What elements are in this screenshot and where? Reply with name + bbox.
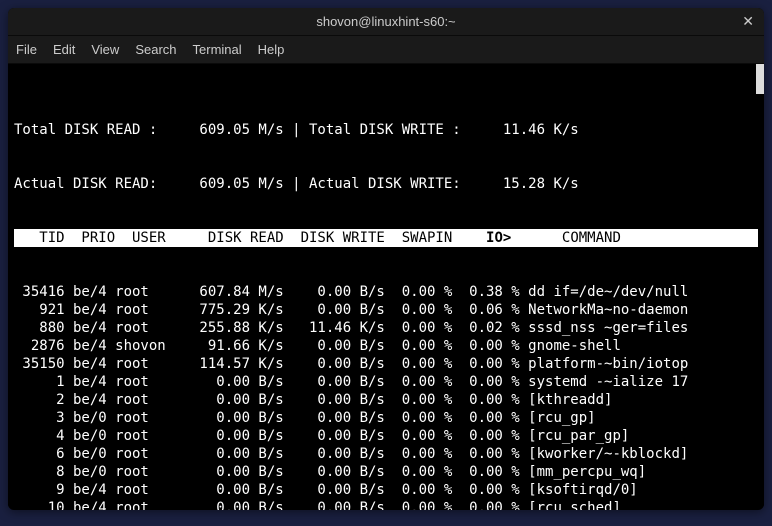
menu-edit[interactable]: Edit — [53, 42, 75, 57]
process-row: 1 be/4 root 0.00 B/s 0.00 B/s 0.00 % 0.0… — [14, 373, 758, 391]
terminal-window: shovon@linuxhint-s60:~ ✕ File Edit View … — [8, 8, 764, 510]
menu-file[interactable]: File — [16, 42, 37, 57]
menu-help[interactable]: Help — [258, 42, 285, 57]
process-row: 9 be/4 root 0.00 B/s 0.00 B/s 0.00 % 0.0… — [14, 481, 758, 499]
scrollbar[interactable] — [756, 64, 764, 94]
window-title: shovon@linuxhint-s60:~ — [316, 14, 455, 29]
menubar: File Edit View Search Terminal Help — [8, 36, 764, 64]
process-row: 35150 be/4 root 114.57 K/s 0.00 B/s 0.00… — [14, 355, 758, 373]
process-row: 880 be/4 root 255.88 K/s 11.46 K/s 0.00 … — [14, 319, 758, 337]
menu-view[interactable]: View — [91, 42, 119, 57]
process-list: 35416 be/4 root 607.84 M/s 0.00 B/s 0.00… — [14, 283, 758, 510]
close-icon[interactable]: ✕ — [742, 13, 754, 30]
process-row: 6 be/0 root 0.00 B/s 0.00 B/s 0.00 % 0.0… — [14, 445, 758, 463]
process-row: 4 be/0 root 0.00 B/s 0.00 B/s 0.00 % 0.0… — [14, 427, 758, 445]
process-row: 2 be/4 root 0.00 B/s 0.00 B/s 0.00 % 0.0… — [14, 391, 758, 409]
column-header: TID PRIO USER DISK READ DISK WRITE SWAPI… — [14, 229, 758, 247]
process-row: 10 be/4 root 0.00 B/s 0.00 B/s 0.00 % 0.… — [14, 499, 758, 510]
menu-terminal[interactable]: Terminal — [193, 42, 242, 57]
summary-line-1: Total DISK READ : 609.05 M/s | Total DIS… — [14, 121, 758, 139]
process-row: 3 be/0 root 0.00 B/s 0.00 B/s 0.00 % 0.0… — [14, 409, 758, 427]
process-row: 8 be/0 root 0.00 B/s 0.00 B/s 0.00 % 0.0… — [14, 463, 758, 481]
titlebar[interactable]: shovon@linuxhint-s60:~ ✕ — [8, 8, 764, 36]
process-row: 35416 be/4 root 607.84 M/s 0.00 B/s 0.00… — [14, 283, 758, 301]
menu-search[interactable]: Search — [135, 42, 176, 57]
process-row: 2876 be/4 shovon 91.66 K/s 0.00 B/s 0.00… — [14, 337, 758, 355]
process-row: 921 be/4 root 775.29 K/s 0.00 B/s 0.00 %… — [14, 301, 758, 319]
summary-line-2: Actual DISK READ: 609.05 M/s | Actual DI… — [14, 175, 758, 193]
terminal-output[interactable]: Total DISK READ : 609.05 M/s | Total DIS… — [8, 64, 764, 506]
